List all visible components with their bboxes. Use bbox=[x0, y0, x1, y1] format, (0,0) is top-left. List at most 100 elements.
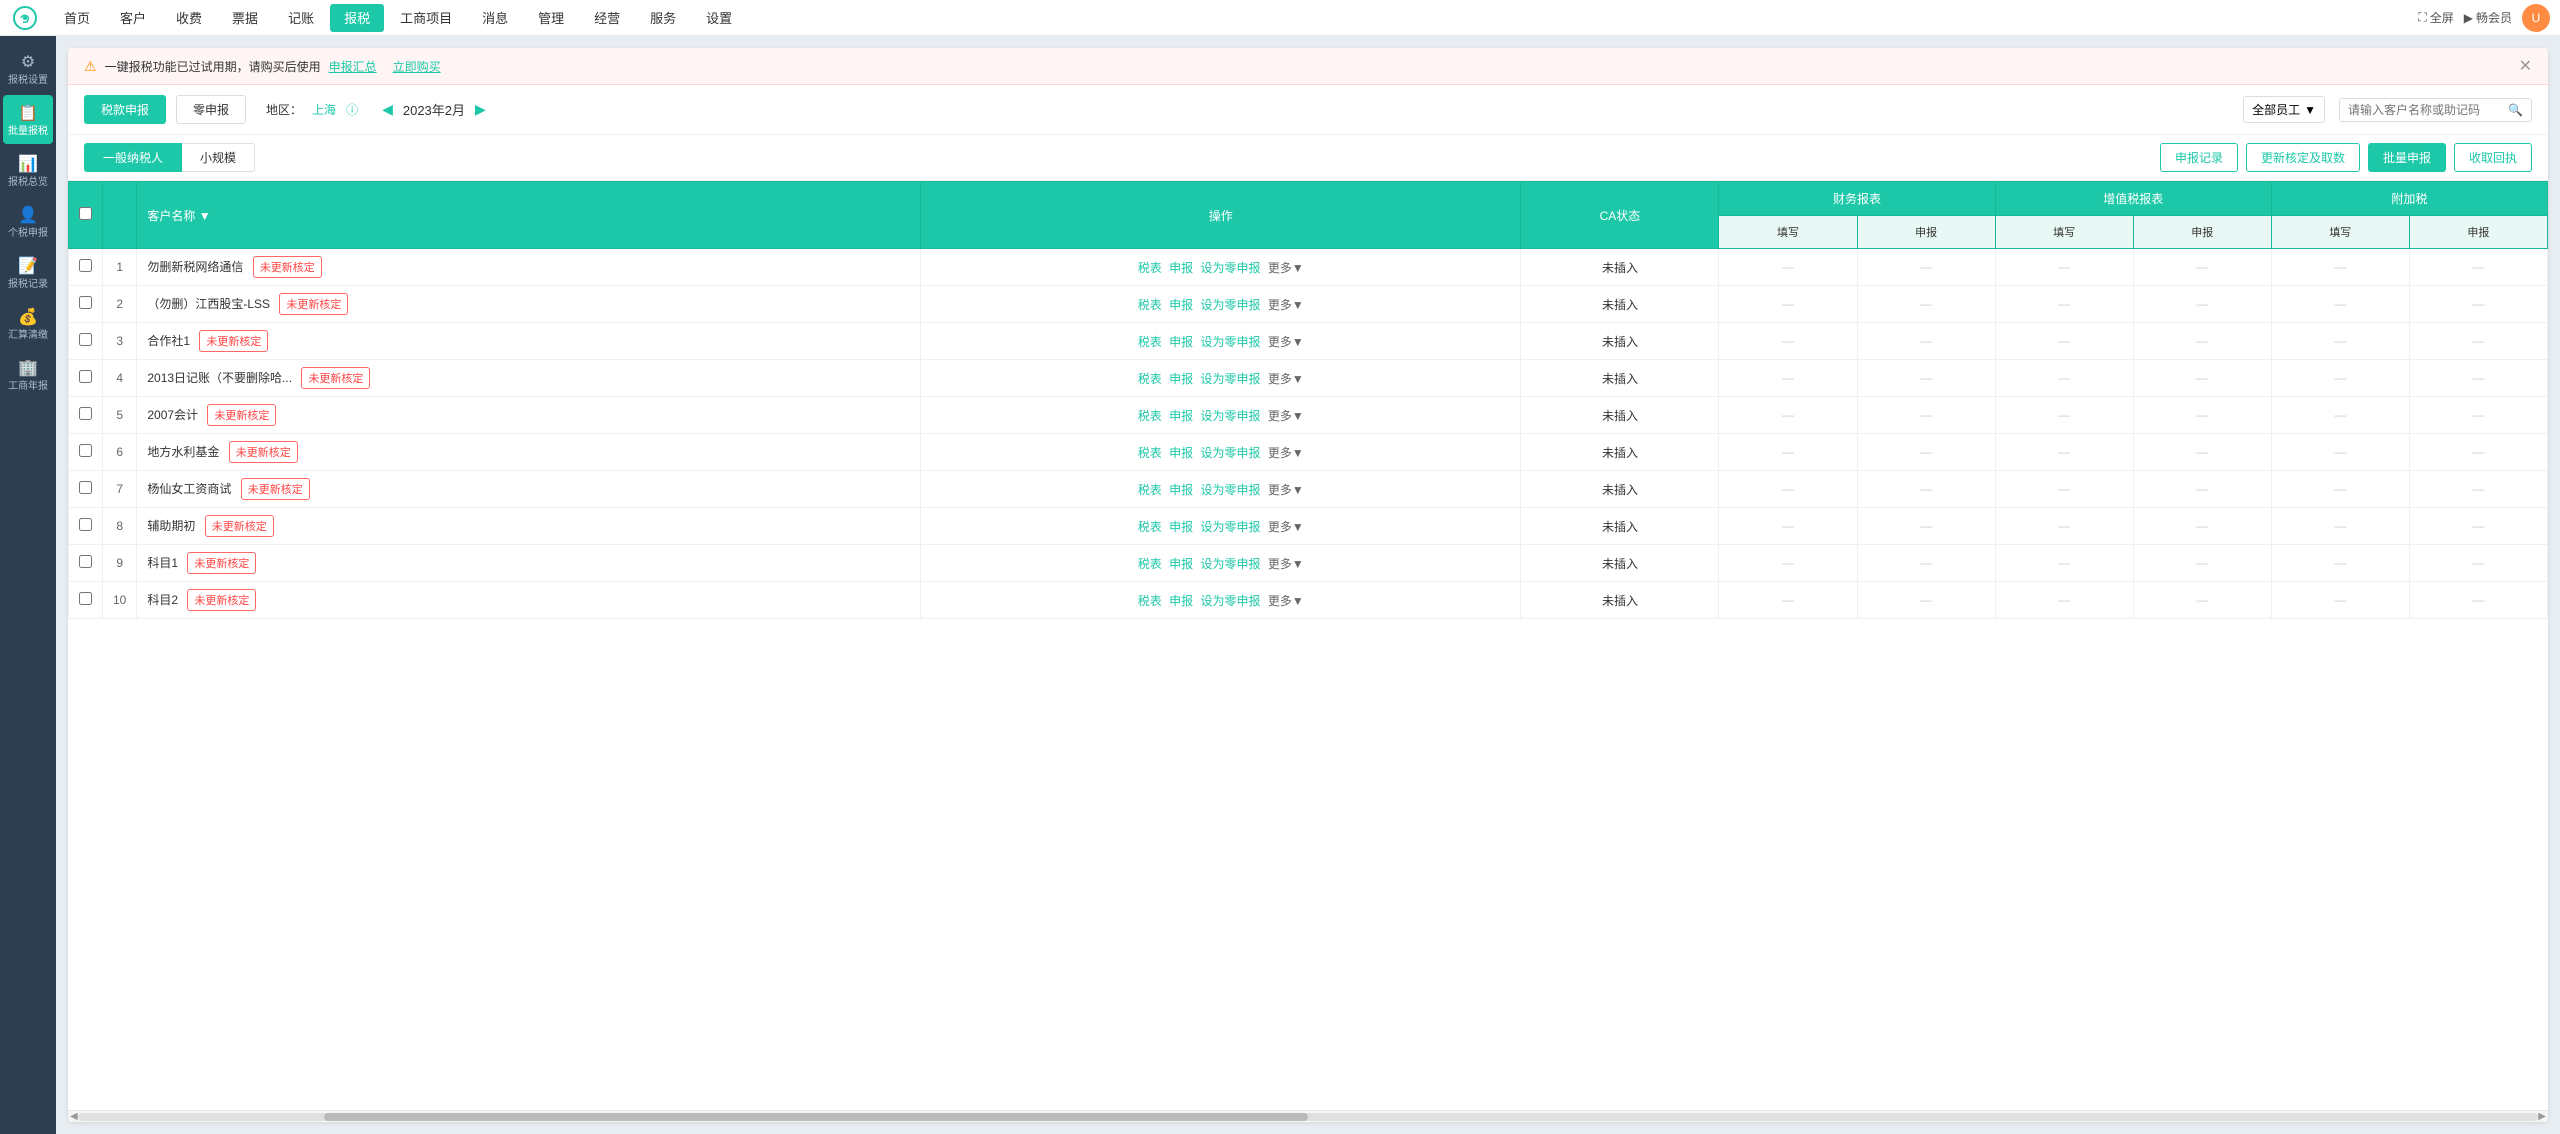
select-all-checkbox[interactable] bbox=[79, 207, 92, 220]
tab-zero-declare[interactable]: 零申报 bbox=[176, 95, 246, 124]
nav-customers[interactable]: 客户 bbox=[106, 4, 160, 32]
row-checkbox[interactable] bbox=[79, 444, 92, 457]
row-checkbox[interactable] bbox=[79, 259, 92, 272]
nav-tax[interactable]: 报税 bbox=[330, 4, 384, 32]
row-tax-fill: — bbox=[1995, 397, 2133, 434]
action-declare[interactable]: 申报 bbox=[1169, 483, 1193, 497]
action-tax-form[interactable]: 税表 bbox=[1138, 372, 1162, 386]
scroll-left-arrow[interactable]: ◀ bbox=[70, 1111, 78, 1122]
action-more[interactable]: 更多▼ bbox=[1268, 298, 1304, 312]
action-more[interactable]: 更多▼ bbox=[1268, 335, 1304, 349]
action-zero-declare[interactable]: 设为零申报 bbox=[1200, 520, 1260, 534]
action-tax-form[interactable]: 税表 bbox=[1138, 594, 1162, 608]
banner-buy-link[interactable]: 立即购买 bbox=[393, 58, 441, 75]
action-zero-declare[interactable]: 设为零申报 bbox=[1200, 483, 1260, 497]
recover-button[interactable]: 收取回执 bbox=[2454, 143, 2532, 172]
tab-small-scale[interactable]: 小规模 bbox=[182, 143, 255, 172]
action-tax-form[interactable]: 税表 bbox=[1138, 520, 1162, 534]
banner-report-link[interactable]: 申报汇总 bbox=[329, 58, 377, 75]
action-tax-form[interactable]: 税表 bbox=[1138, 446, 1162, 460]
action-tax-form[interactable]: 税表 bbox=[1138, 335, 1162, 349]
prev-date-button[interactable]: ◀ bbox=[378, 99, 397, 120]
tab-tax-declare[interactable]: 税款申报 bbox=[84, 95, 166, 124]
search-icon[interactable]: 🔍 bbox=[2508, 103, 2523, 117]
nav-accounting[interactable]: 记账 bbox=[274, 4, 328, 32]
header-tax-report-group: 增值税报表 bbox=[1995, 182, 2271, 216]
dept-selector[interactable]: 全部员工 ▼ bbox=[2243, 96, 2325, 123]
row-checkbox[interactable] bbox=[79, 592, 92, 605]
row-checkbox[interactable] bbox=[79, 481, 92, 494]
row-checkbox[interactable] bbox=[79, 333, 92, 346]
scroll-right-arrow[interactable]: ▶ bbox=[2538, 1111, 2546, 1122]
row-checkbox[interactable] bbox=[79, 555, 92, 568]
nav-home[interactable]: 首页 bbox=[50, 4, 104, 32]
row-checkbox[interactable] bbox=[79, 296, 92, 309]
action-tax-form[interactable]: 税表 bbox=[1138, 298, 1162, 312]
nav-settings[interactable]: 设置 bbox=[692, 4, 746, 32]
action-zero-declare[interactable]: 设为零申报 bbox=[1200, 557, 1260, 571]
row-actions: 税表 申报 设为零申报 更多▼ bbox=[921, 471, 1521, 508]
nav-invoice[interactable]: 票据 bbox=[218, 4, 272, 32]
action-declare[interactable]: 申报 bbox=[1169, 520, 1193, 534]
banner-close-button[interactable]: ✕ bbox=[2519, 56, 2532, 76]
action-declare[interactable]: 申报 bbox=[1169, 335, 1193, 349]
action-more[interactable]: 更多▼ bbox=[1268, 520, 1304, 534]
sidebar-item-personal-tax[interactable]: 👤 个税申报 bbox=[3, 197, 53, 246]
nav-operations[interactable]: 经营 bbox=[580, 4, 634, 32]
sidebar-item-tax-overview[interactable]: 📊 报税总览 bbox=[3, 146, 53, 195]
declare-records-button[interactable]: 申报记录 bbox=[2160, 143, 2238, 172]
action-declare[interactable]: 申报 bbox=[1169, 557, 1193, 571]
action-zero-declare[interactable]: 设为零申报 bbox=[1200, 261, 1260, 275]
action-zero-declare[interactable]: 设为零申报 bbox=[1200, 446, 1260, 460]
nav-services[interactable]: 服务 bbox=[636, 4, 690, 32]
action-zero-declare[interactable]: 设为零申报 bbox=[1200, 409, 1260, 423]
row-checkbox[interactable] bbox=[79, 518, 92, 531]
action-zero-declare[interactable]: 设为零申报 bbox=[1200, 335, 1260, 349]
update-quota-button[interactable]: 更新核定及取数 bbox=[2246, 143, 2360, 172]
avatar[interactable]: U bbox=[2522, 4, 2550, 32]
row-financial-declare: — bbox=[1857, 508, 1995, 545]
search-input[interactable] bbox=[2348, 103, 2508, 117]
action-declare[interactable]: 申报 bbox=[1169, 372, 1193, 386]
action-declare[interactable]: 申报 bbox=[1169, 409, 1193, 423]
sidebar-item-business-report[interactable]: 🏢 工商年报 bbox=[3, 350, 53, 399]
nav-messages[interactable]: 消息 bbox=[468, 4, 522, 32]
next-date-button[interactable]: ▶ bbox=[471, 99, 490, 120]
action-more[interactable]: 更多▼ bbox=[1268, 261, 1304, 275]
action-declare[interactable]: 申报 bbox=[1169, 594, 1193, 608]
tab-general-taxpayer[interactable]: 一般纳税人 bbox=[84, 143, 182, 172]
action-more[interactable]: 更多▼ bbox=[1268, 372, 1304, 386]
action-zero-declare[interactable]: 设为零申报 bbox=[1200, 372, 1260, 386]
action-more[interactable]: 更多▼ bbox=[1268, 594, 1304, 608]
action-tax-form[interactable]: 税表 bbox=[1138, 483, 1162, 497]
action-tax-form[interactable]: 税表 bbox=[1138, 557, 1162, 571]
sidebar-item-tax-records[interactable]: 📝 报税记录 bbox=[3, 248, 53, 297]
nav-billing[interactable]: 收费 bbox=[162, 4, 216, 32]
action-more[interactable]: 更多▼ bbox=[1268, 557, 1304, 571]
action-zero-declare[interactable]: 设为零申报 bbox=[1200, 594, 1260, 608]
action-zero-declare[interactable]: 设为零申报 bbox=[1200, 298, 1260, 312]
action-tax-form[interactable]: 税表 bbox=[1138, 261, 1162, 275]
action-declare[interactable]: 申报 bbox=[1169, 261, 1193, 275]
logo[interactable] bbox=[10, 3, 40, 33]
nav-management[interactable]: 管理 bbox=[524, 4, 578, 32]
row-checkbox[interactable] bbox=[79, 407, 92, 420]
action-more[interactable]: 更多▼ bbox=[1268, 446, 1304, 460]
vip-button[interactable]: ▶ 畅会员 bbox=[2464, 9, 2512, 26]
sidebar-item-batch-tax[interactable]: 📋 批量报税 bbox=[3, 95, 53, 144]
fullscreen-button[interactable]: ⛶ 全屏 bbox=[2418, 9, 2453, 26]
batch-declare-button[interactable]: 批量申报 bbox=[2368, 143, 2446, 172]
row-tax-fill: — bbox=[1995, 249, 2133, 286]
header-name-col[interactable]: 客户名称 ▼ bbox=[137, 182, 921, 249]
sidebar-item-tax-settings[interactable]: ⚙ 报税设置 bbox=[3, 44, 53, 93]
row-checkbox[interactable] bbox=[79, 370, 92, 383]
action-declare[interactable]: 申报 bbox=[1169, 446, 1193, 460]
nav-business[interactable]: 工商项目 bbox=[386, 4, 466, 32]
action-declare[interactable]: 申报 bbox=[1169, 298, 1193, 312]
horizontal-scrollbar[interactable] bbox=[78, 1113, 2539, 1121]
action-more[interactable]: 更多▼ bbox=[1268, 483, 1304, 497]
action-tax-form[interactable]: 税表 bbox=[1138, 409, 1162, 423]
action-more[interactable]: 更多▼ bbox=[1268, 409, 1304, 423]
sidebar-item-settlement[interactable]: 💰 汇算清缴 bbox=[3, 299, 53, 348]
info-icon[interactable]: ⓘ bbox=[346, 101, 358, 118]
